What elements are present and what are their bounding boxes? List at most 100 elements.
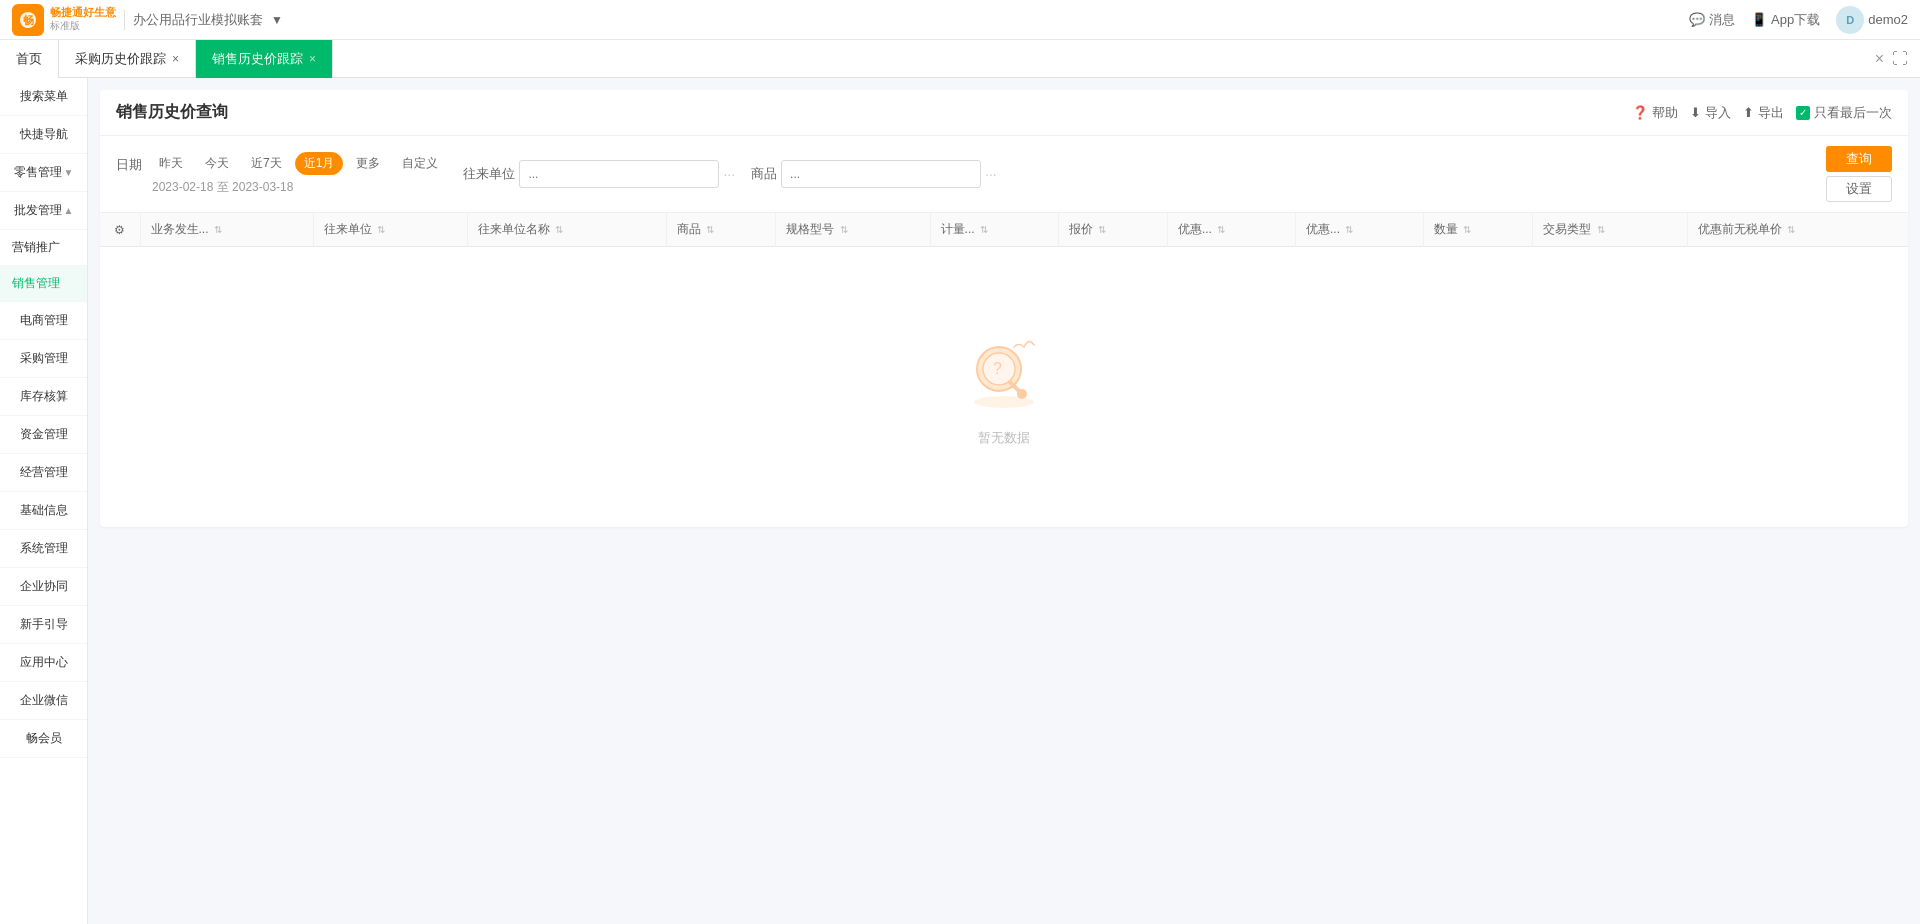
sidebar-item-basic-info[interactable]: 基础信息 <box>0 492 87 530</box>
page-card: 销售历史价查询 ❓ 帮助 ⬇ 导入 ⬆ 导出 <box>100 90 1908 527</box>
th-goods-label: 商品 <box>677 222 701 236</box>
user-area[interactable]: D demo2 <box>1836 6 1908 34</box>
sidebar-item-app-center[interactable]: 应用中心 <box>0 644 87 682</box>
sidebar-item-system[interactable]: 系统管理 <box>0 530 87 568</box>
partner-filter-label: 往来单位 <box>463 165 515 183</box>
sidebar-item-search-menu[interactable]: 搜索菜单 <box>0 78 87 116</box>
tab-sales-close-icon[interactable]: × <box>309 52 316 66</box>
date-btn-last1m[interactable]: 近1月 <box>295 152 344 175</box>
partner-filter-input[interactable] <box>519 160 719 188</box>
wholesale-arrow-icon: ▲ <box>64 205 74 216</box>
tab-home[interactable]: 首页 <box>0 40 59 78</box>
sidebar-item-inventory[interactable]: 库存核算 <box>0 378 87 416</box>
sort-goods-icon: ⇅ <box>706 224 714 235</box>
th-gear[interactable]: ⚙ <box>100 213 140 247</box>
tab-sales-history[interactable]: 销售历史价跟踪 × <box>196 40 333 78</box>
page-header: 销售历史价查询 ❓ 帮助 ⬇ 导入 ⬆ 导出 <box>100 90 1908 136</box>
logo-brand: 畅捷通好生意 <box>50 6 116 19</box>
quick-nav-label: 快捷导航 <box>20 126 68 143</box>
sidebar-item-enterprise[interactable]: 企业协同 <box>0 568 87 606</box>
tab-home-label: 首页 <box>16 50 42 68</box>
th-partner-code[interactable]: 往来单位 ⇅ <box>313 213 467 247</box>
th-discount1-label: 优惠... <box>1178 222 1212 236</box>
message-label: 消息 <box>1709 11 1735 29</box>
date-filter-label: 日期 <box>116 152 142 174</box>
app-download-btn[interactable]: 📱 App下载 <box>1751 11 1820 29</box>
date-btn-today[interactable]: 今天 <box>196 152 238 175</box>
main-layout: 搜索菜单 快捷导航 零售管理 ▼ 批发管理 ▲ 营销推广 销售管理 电商管理 采… <box>0 78 1920 924</box>
th-biz-date[interactable]: 业务发生... ⇅ <box>140 213 313 247</box>
guide-label: 新手引导 <box>20 616 68 633</box>
sidebar-item-wechat[interactable]: 企业微信 <box>0 682 87 720</box>
filter-area: 日期 昨天 今天 近7天 近1月 更多 自定义 2023-02-18 至 202… <box>100 136 1908 213</box>
export-icon: ⬆ <box>1743 105 1754 120</box>
sidebar-item-member[interactable]: 畅会员 <box>0 720 87 758</box>
help-label: 帮助 <box>1652 104 1678 122</box>
close-all-tabs-btn[interactable]: × <box>1875 50 1884 68</box>
page-container: 销售历史价查询 ❓ 帮助 ⬇ 导入 ⬆ 导出 <box>88 78 1920 924</box>
table-header-row: ⚙ 业务发生... ⇅ 往来单位 ⇅ <box>100 213 1908 247</box>
partner-filter-field: 往来单位 ··· <box>463 160 735 188</box>
goods-filter-input[interactable] <box>781 160 981 188</box>
only-last-checkbox[interactable]: 只看最后一次 <box>1796 104 1892 122</box>
filter-actions: 查询 设置 <box>1826 146 1892 202</box>
query-btn[interactable]: 查询 <box>1826 146 1892 172</box>
message-btn[interactable]: 💬 消息 <box>1689 11 1735 29</box>
fullscreen-btn[interactable]: ⛶ <box>1892 50 1908 68</box>
th-discount1[interactable]: 优惠... ⇅ <box>1167 213 1295 247</box>
sidebar-item-operations[interactable]: 经营管理 <box>0 454 87 492</box>
sidebar-item-purchase[interactable]: 采购管理 <box>0 340 87 378</box>
settings-btn[interactable]: 设置 <box>1826 176 1892 202</box>
sidebar: 搜索菜单 快捷导航 零售管理 ▼ 批发管理 ▲ 营销推广 销售管理 电商管理 采… <box>0 78 88 924</box>
th-pre-tax-price[interactable]: 优惠前无税单价 ⇅ <box>1687 213 1908 247</box>
th-pre-tax-price-label: 优惠前无税单价 <box>1698 222 1782 236</box>
tab-purchase-history[interactable]: 采购历史价跟踪 × <box>59 40 196 78</box>
th-trade-type[interactable]: 交易类型 ⇅ <box>1533 213 1687 247</box>
import-btn[interactable]: ⬇ 导入 <box>1690 104 1731 122</box>
th-quote-price[interactable]: 报价 ⇅ <box>1058 213 1167 247</box>
sidebar-item-wholesale-mgmt[interactable]: 批发管理 ▲ <box>0 192 87 230</box>
finance-label: 资金管理 <box>20 426 68 443</box>
th-unit[interactable]: 计量... ⇅ <box>930 213 1058 247</box>
member-label: 畅会员 <box>26 730 62 747</box>
app-download-label: App下载 <box>1771 11 1820 29</box>
export-btn[interactable]: ⬆ 导出 <box>1743 104 1784 122</box>
th-trade-type-label: 交易类型 <box>1543 222 1591 236</box>
th-spec[interactable]: 规格型号 ⇅ <box>776 213 930 247</box>
sidebar-item-ecommerce[interactable]: 电商管理 <box>0 302 87 340</box>
sidebar-item-guide[interactable]: 新手引导 <box>0 606 87 644</box>
tabbar-actions: × ⛶ <box>1875 50 1920 68</box>
sidebar-item-quick-nav[interactable]: 快捷导航 <box>0 116 87 154</box>
date-btn-custom[interactable]: 自定义 <box>393 152 447 175</box>
page-header-actions: ❓ 帮助 ⬇ 导入 ⬆ 导出 只看最后一次 <box>1632 104 1892 122</box>
help-btn[interactable]: ❓ 帮助 <box>1632 104 1678 122</box>
enterprise-label: 企业协同 <box>20 578 68 595</box>
date-btn-last7[interactable]: 近7天 <box>242 152 291 175</box>
th-partner-name[interactable]: 往来单位名称 ⇅ <box>467 213 666 247</box>
th-partner-code-label: 往来单位 <box>324 222 372 236</box>
sidebar-item-sales-mgmt[interactable]: 销售管理 <box>0 266 87 302</box>
checkbox-icon <box>1796 106 1810 120</box>
date-btn-more[interactable]: 更多 <box>347 152 389 175</box>
message-icon: 💬 <box>1689 12 1705 27</box>
th-qty[interactable]: 数量 ⇅ <box>1424 213 1533 247</box>
th-qty-label: 数量 <box>1434 222 1458 236</box>
th-partner-name-label: 往来单位名称 <box>478 222 550 236</box>
app-dropdown-icon[interactable]: ▼ <box>271 13 283 27</box>
sidebar-item-retail-mgmt[interactable]: 零售管理 ▼ <box>0 154 87 192</box>
inventory-label: 库存核算 <box>20 388 68 405</box>
topbar-divider <box>124 10 125 30</box>
date-filter-group: 日期 昨天 今天 近7天 近1月 更多 自定义 2023-02-18 至 202… <box>116 152 447 196</box>
goods-filter-label: 商品 <box>751 165 777 183</box>
th-discount2[interactable]: 优惠... ⇅ <box>1296 213 1424 247</box>
tab-sales-history-label: 销售历史价跟踪 <box>212 50 303 68</box>
sort-unit-icon: ⇅ <box>980 224 988 235</box>
th-unit-label: 计量... <box>941 222 975 236</box>
sidebar-item-marketing[interactable]: 营销推广 <box>0 230 87 266</box>
th-goods[interactable]: 商品 ⇅ <box>667 213 776 247</box>
tab-purchase-close-icon[interactable]: × <box>172 52 179 66</box>
th-discount2-label: 优惠... <box>1306 222 1340 236</box>
sidebar-item-finance[interactable]: 资金管理 <box>0 416 87 454</box>
date-btn-yesterday[interactable]: 昨天 <box>150 152 192 175</box>
goods-filter-field: 商品 ··· <box>751 160 997 188</box>
